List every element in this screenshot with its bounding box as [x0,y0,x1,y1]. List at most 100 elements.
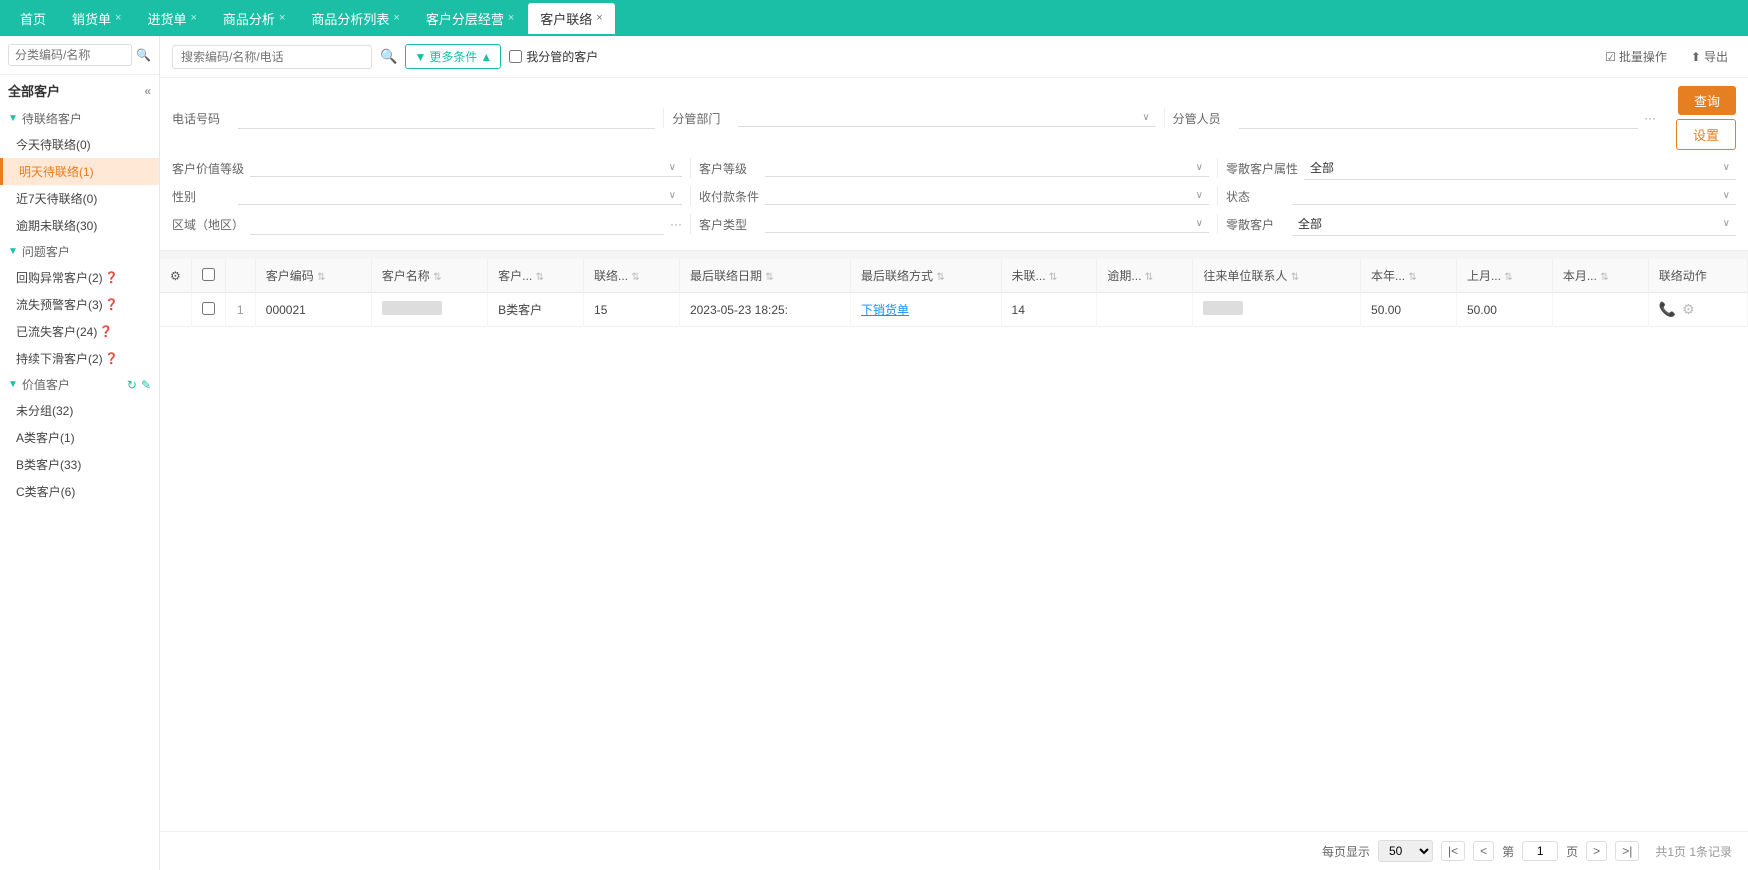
col-uncontacted[interactable]: 未联... ⇅ [1001,259,1097,293]
sidebar-item-7days-pending[interactable]: 近7天待联络(0) [0,185,159,212]
customer-level-field: 客户等级 ∨ [699,159,1209,177]
chevron-down-icon: ▼ [8,379,18,390]
close-icon[interactable]: × [279,12,285,24]
row-last-contact-method[interactable]: 下销货单 [851,293,1002,327]
col-customer-code[interactable]: 客户编码 ⇅ [255,259,371,293]
gender-select[interactable]: ∨ [238,187,682,205]
more-action-icon[interactable]: ⚙ [1682,301,1695,318]
nav-product-analysis-list[interactable]: 商品分析列表 × [299,3,411,34]
sidebar-item-abnormal-repurchase[interactable]: 回购异常客户(2) ❓ [0,264,159,291]
customer-value-select[interactable]: ∨ [250,159,682,177]
sidebar-item-churn-warning[interactable]: 流失预警客户(3) ❓ [0,291,159,318]
retail-customer-select[interactable]: 全部∨ [1292,212,1736,236]
sidebar-search-input[interactable] [8,44,132,66]
col-contact-count[interactable]: 联络... ⇅ [584,259,680,293]
select-all-checkbox[interactable] [202,268,215,281]
payment-label: 收付款条件 [699,188,759,205]
close-icon[interactable]: × [115,12,121,24]
status-select[interactable]: ∨ [1292,187,1736,205]
row-overdue [1097,293,1193,327]
customer-type-select[interactable]: ∨ [765,215,1209,233]
payment-select[interactable]: ∨ [765,187,1209,205]
edit-icon[interactable]: ✎ [141,378,151,392]
nav-customer-contact[interactable]: 客户联络 × [528,3,614,34]
sidebar-item-class-b[interactable]: B类客户(33) [0,451,159,478]
my-customers-checkbox[interactable]: 我分管的客户 [509,48,598,65]
row-this-year: 50.00 [1361,293,1457,327]
page-number-input[interactable] [1522,841,1558,861]
next-page-button[interactable]: > [1586,841,1607,861]
sidebar-item-overdue-pending[interactable]: 逾期未联络(30) [0,212,159,239]
phone-input[interactable] [238,108,655,129]
sort-icon: ⇅ [433,272,441,283]
filter-bar: 🔍 ▼ 更多条件 ▲ 我分管的客户 ☑ 批量操作 ⬆ 导出 [160,36,1748,78]
chevron-down-icon: ▼ [8,246,18,257]
col-customer-name[interactable]: 客户名称 ⇅ [371,259,487,293]
status-label: 状态 [1226,188,1286,205]
last-page-button[interactable]: >| [1615,841,1639,861]
sidebar-item-tomorrow-pending[interactable]: 明天待联络(1) [0,158,159,185]
more-conditions-button[interactable]: ▼ 更多条件 ▲ [405,44,501,69]
sidebar-item-ungrouped[interactable]: 未分组(32) [0,397,159,424]
region-input[interactable] [250,214,664,235]
prev-page-button[interactable]: < [1473,841,1494,861]
region-ellipsis[interactable]: ··· [670,217,682,231]
nav-customer-layered[interactable]: 客户分层经营 × [414,3,526,34]
query-button[interactable]: 查询 [1678,86,1736,115]
col-customer-type[interactable]: 客户... ⇅ [488,259,584,293]
help-icon: ❓ [105,352,119,365]
nav-sales-order[interactable]: 销货单 × [60,3,133,34]
close-icon[interactable]: × [393,12,399,24]
batch-operation-button[interactable]: ☑ 批量操作 [1597,45,1675,68]
close-icon[interactable]: × [190,12,196,24]
customer-value-field: 客户价值等级 ∨ [172,159,682,177]
search-input[interactable] [172,45,372,69]
col-last-contact-date[interactable]: 最后联络日期 ⇅ [679,259,850,293]
first-page-button[interactable]: |< [1441,841,1465,861]
region-field: 区域（地区） ··· [172,214,682,235]
col-this-month[interactable]: 本月... ⇅ [1552,259,1648,293]
col-last-contact-method[interactable]: 最后联络方式 ⇅ [851,259,1002,293]
value-group-label: ▼ 价值客户 ↻ ✎ [0,372,159,397]
row-checkbox[interactable] [191,293,225,327]
checkbox-col-header[interactable] [191,259,225,293]
set-button[interactable]: 设置 [1676,119,1736,150]
retail-attr-select[interactable]: 全部∨ [1304,156,1736,180]
my-customers-check[interactable] [509,50,522,63]
customer-level-select[interactable]: ∨ [765,159,1209,177]
sidebar-item-declining[interactable]: 持续下滑客户(2) ❓ [0,345,159,372]
row-num: 1 [225,293,255,327]
retail-customer-label: 零散客户 [1226,216,1286,233]
sort-icon: ⇅ [1145,272,1153,283]
person-input[interactable] [1239,108,1638,129]
settings-col-header[interactable]: ⚙ [160,259,191,293]
nav-home[interactable]: 首页 [8,3,58,34]
col-unit-contact[interactable]: 往来单位联系人 ⇅ [1193,259,1361,293]
col-overdue[interactable]: 逾期... ⇅ [1097,259,1193,293]
all-customers-header[interactable]: 全部客户 « [0,75,159,106]
num-col-header [225,259,255,293]
close-icon[interactable]: × [596,12,602,24]
sidebar-item-class-a[interactable]: A类客户(1) [0,424,159,451]
phone-action-icon[interactable]: 📞 [1659,301,1676,318]
search-icon[interactable]: 🔍 [136,48,151,62]
col-last-month[interactable]: 上月... ⇅ [1456,259,1552,293]
row-contact-count: 15 [584,293,680,327]
sidebar-item-class-c[interactable]: C类客户(6) [0,478,159,505]
dept-select[interactable]: ∨ [738,109,1155,127]
region-label: 区域（地区） [172,216,244,233]
search-icon[interactable]: 🔍 [380,48,397,65]
nav-purchase-order[interactable]: 进货单 × [135,3,208,34]
col-this-year[interactable]: 本年... ⇅ [1361,259,1457,293]
person-ellipsis[interactable]: ··· [1644,111,1656,125]
batch-icon: ☑ [1605,50,1616,64]
nav-product-analysis[interactable]: 商品分析 × [211,3,297,34]
close-icon[interactable]: × [508,12,514,24]
refresh-icon[interactable]: ↻ [127,378,137,392]
export-button[interactable]: ⬆ 导出 [1683,45,1736,68]
per-page-select[interactable]: 50 100 200 [1378,840,1433,862]
sidebar-item-churned[interactable]: 已流失客户(24) ❓ [0,318,159,345]
row-this-month [1552,293,1648,327]
sidebar-item-today-pending[interactable]: 今天待联络(0) [0,131,159,158]
page-suffix: 页 [1566,843,1578,860]
